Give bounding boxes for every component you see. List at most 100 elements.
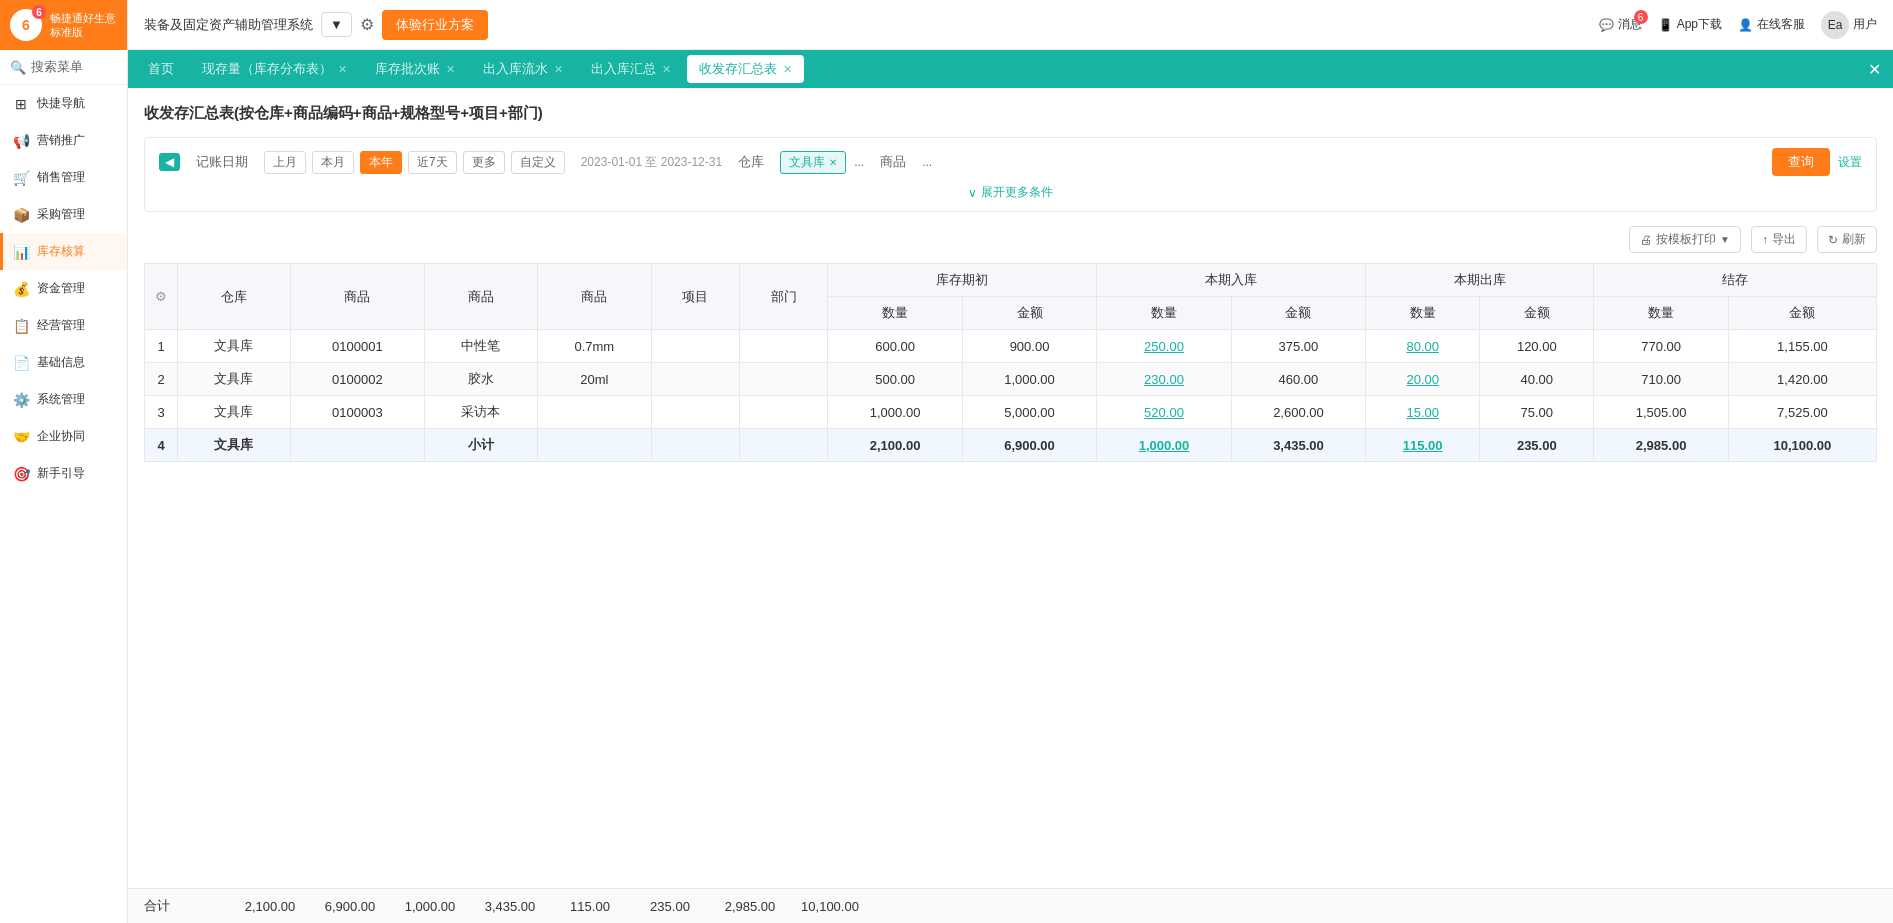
- purchase-icon: 📦: [13, 207, 29, 223]
- sidebar-item-inventory[interactable]: 📊 库存核算: [0, 233, 127, 270]
- tab-inout-summary[interactable]: 出入库汇总 ✕: [579, 55, 683, 83]
- query-button[interactable]: 查询: [1772, 148, 1830, 176]
- date-btn-this-year[interactable]: 本年: [360, 151, 402, 174]
- subtotal-in-qty[interactable]: 1,000.00: [1097, 429, 1231, 462]
- logo-icon: 6 6: [10, 9, 42, 41]
- th-project: 项目: [651, 264, 739, 330]
- page-title: 收发存汇总表(按仓库+商品编码+商品+规格型号+项目+部门): [144, 104, 1877, 123]
- tab-close-inout-flow[interactable]: ✕: [554, 63, 563, 76]
- row1-in-qty[interactable]: 250.00: [1097, 330, 1231, 363]
- subtotal-out-qty[interactable]: 115.00: [1366, 429, 1480, 462]
- th-out-amt: 金额: [1480, 297, 1594, 330]
- row3-dept: [740, 396, 828, 429]
- export-button[interactable]: ↑ 导出: [1751, 226, 1807, 253]
- warehouse-label: 仓库: [738, 153, 764, 171]
- row1-init-qty: 600.00: [828, 330, 962, 363]
- date-btn-custom[interactable]: 自定义: [511, 151, 565, 174]
- sidebar-item-sales[interactable]: 🛒 销售管理: [0, 159, 127, 196]
- sidebar-item-quick-nav[interactable]: ⊞ 快捷导航: [0, 85, 127, 122]
- warehouse-more-btn[interactable]: ...: [854, 155, 864, 169]
- row1-name: 中性笔: [425, 330, 538, 363]
- notif-badge: 6: [1634, 10, 1648, 24]
- goods-more-btn[interactable]: ...: [922, 155, 932, 169]
- tab-close-recv-summary[interactable]: ✕: [783, 63, 792, 76]
- basic-icon: 📄: [13, 355, 29, 371]
- row2-spec: 20ml: [537, 363, 651, 396]
- table-row: 3 文具库 0100003 采访本 1,000.00 5,000.00 520.…: [145, 396, 1877, 429]
- subtotal-dept: [740, 429, 828, 462]
- th-settings: ⚙: [145, 264, 178, 330]
- warehouse-tag[interactable]: 文具库 ✕: [780, 151, 846, 174]
- tab-close-stock-dist[interactable]: ✕: [338, 63, 347, 76]
- sidebar-item-marketing[interactable]: 📢 营销推广: [0, 122, 127, 159]
- header-right: 6 💬 消息 📱 App下载 👤 在线客服 Ea 用户: [1599, 11, 1877, 39]
- message-action[interactable]: 6 💬 消息: [1599, 16, 1642, 33]
- row1-warehouse: 文具库: [178, 330, 291, 363]
- filter-toggle[interactable]: ◀: [159, 153, 180, 171]
- row1-project: [651, 330, 739, 363]
- settings-icon[interactable]: ⚙: [360, 15, 374, 34]
- date-btn-7days[interactable]: 近7天: [408, 151, 457, 174]
- sidebar-item-purchase[interactable]: 📦 采购管理: [0, 196, 127, 233]
- date-btn-last-month[interactable]: 上月: [264, 151, 306, 174]
- row2-name: 胶水: [425, 363, 538, 396]
- online-service-action[interactable]: 👤 在线客服: [1738, 16, 1805, 33]
- system-dropdown[interactable]: ▼: [321, 12, 352, 37]
- row1-no: 1: [145, 330, 178, 363]
- sidebar-item-collab[interactable]: 🤝 企业协同: [0, 418, 127, 455]
- filter-toggle-icon[interactable]: ◀: [159, 153, 180, 171]
- trial-button[interactable]: 体验行业方案: [382, 10, 488, 40]
- tab-batch[interactable]: 库存批次账 ✕: [363, 55, 467, 83]
- sidebar-item-basic[interactable]: 📄 基础信息: [0, 344, 127, 381]
- column-settings-icon[interactable]: ⚙: [155, 289, 167, 304]
- sidebar-item-guide[interactable]: 🎯 新手引导: [0, 455, 127, 492]
- th-balance: 结存: [1594, 264, 1877, 297]
- row3-out-amt: 75.00: [1480, 396, 1594, 429]
- search-menu[interactable]: 🔍 搜索菜单: [0, 50, 127, 85]
- sidebar-item-system[interactable]: ⚙️ 系统管理: [0, 381, 127, 418]
- user-action[interactable]: Ea 用户: [1821, 11, 1877, 39]
- filter-right-actions: 查询 设置: [1772, 148, 1862, 176]
- table-toolbar: 🖨 按模板打印 ▼ ↑ 导出 ↻ 刷新: [144, 226, 1877, 253]
- row2-warehouse: 文具库: [178, 363, 291, 396]
- row2-out-qty[interactable]: 20.00: [1366, 363, 1480, 396]
- subtotal-code: [290, 429, 424, 462]
- footer-init-qty: 2,100.00: [230, 899, 310, 914]
- footer-in-qty: 1,000.00: [390, 899, 470, 914]
- expand-btn[interactable]: ∨ 展开更多条件: [968, 184, 1053, 201]
- row1-dept: [740, 330, 828, 363]
- tab-home[interactable]: 首页: [136, 55, 186, 83]
- expand-chevron-icon: ∨: [968, 186, 977, 200]
- date-btn-this-month[interactable]: 本月: [312, 151, 354, 174]
- tab-recv-summary[interactable]: 收发存汇总表 ✕: [687, 55, 804, 83]
- tab-close-inout-summary[interactable]: ✕: [662, 63, 671, 76]
- row2-in-qty[interactable]: 230.00: [1097, 363, 1231, 396]
- data-table: ⚙ 仓库 商品 商品 商品 项目 部门 库存期初 本期入库 本期出库 结存 数量: [144, 263, 1877, 462]
- print-button[interactable]: 🖨 按模板打印 ▼: [1629, 226, 1741, 253]
- row3-name: 采访本: [425, 396, 538, 429]
- table-row: 2 文具库 0100002 胶水 20ml 500.00 1,000.00 23…: [145, 363, 1877, 396]
- refresh-icon: ↻: [1828, 233, 1838, 247]
- row1-out-qty[interactable]: 80.00: [1366, 330, 1480, 363]
- row2-out-amt: 40.00: [1480, 363, 1594, 396]
- th-spec: 商品: [537, 264, 651, 330]
- sidebar-item-operation[interactable]: 📋 经营管理: [0, 307, 127, 344]
- date-btn-more[interactable]: 更多: [463, 151, 505, 174]
- tab-close-batch[interactable]: ✕: [446, 63, 455, 76]
- subtotal-spec: [537, 429, 651, 462]
- subtotal-init-amt: 6,900.00: [962, 429, 1096, 462]
- tab-inout-flow[interactable]: 出入库流水 ✕: [471, 55, 575, 83]
- sidebar-item-finance[interactable]: 💰 资金管理: [0, 270, 127, 307]
- subtotal-name: 小计: [425, 429, 538, 462]
- system-icon: ⚙️: [13, 392, 29, 408]
- tab-stock-dist[interactable]: 现存量（库存分布表） ✕: [190, 55, 359, 83]
- app-download-action[interactable]: 📱 App下载: [1658, 16, 1722, 33]
- row3-in-qty[interactable]: 520.00: [1097, 396, 1231, 429]
- row3-out-qty[interactable]: 15.00: [1366, 396, 1480, 429]
- warehouse-tag-close[interactable]: ✕: [829, 157, 837, 168]
- refresh-button[interactable]: ↻ 刷新: [1817, 226, 1877, 253]
- settings-link[interactable]: 设置: [1838, 154, 1862, 171]
- tab-bar-close[interactable]: ✕: [1864, 60, 1885, 79]
- th-code: 商品: [290, 264, 424, 330]
- page-content: 收发存汇总表(按仓库+商品编码+商品+规格型号+项目+部门) ◀ 记账日期 上月…: [128, 88, 1893, 478]
